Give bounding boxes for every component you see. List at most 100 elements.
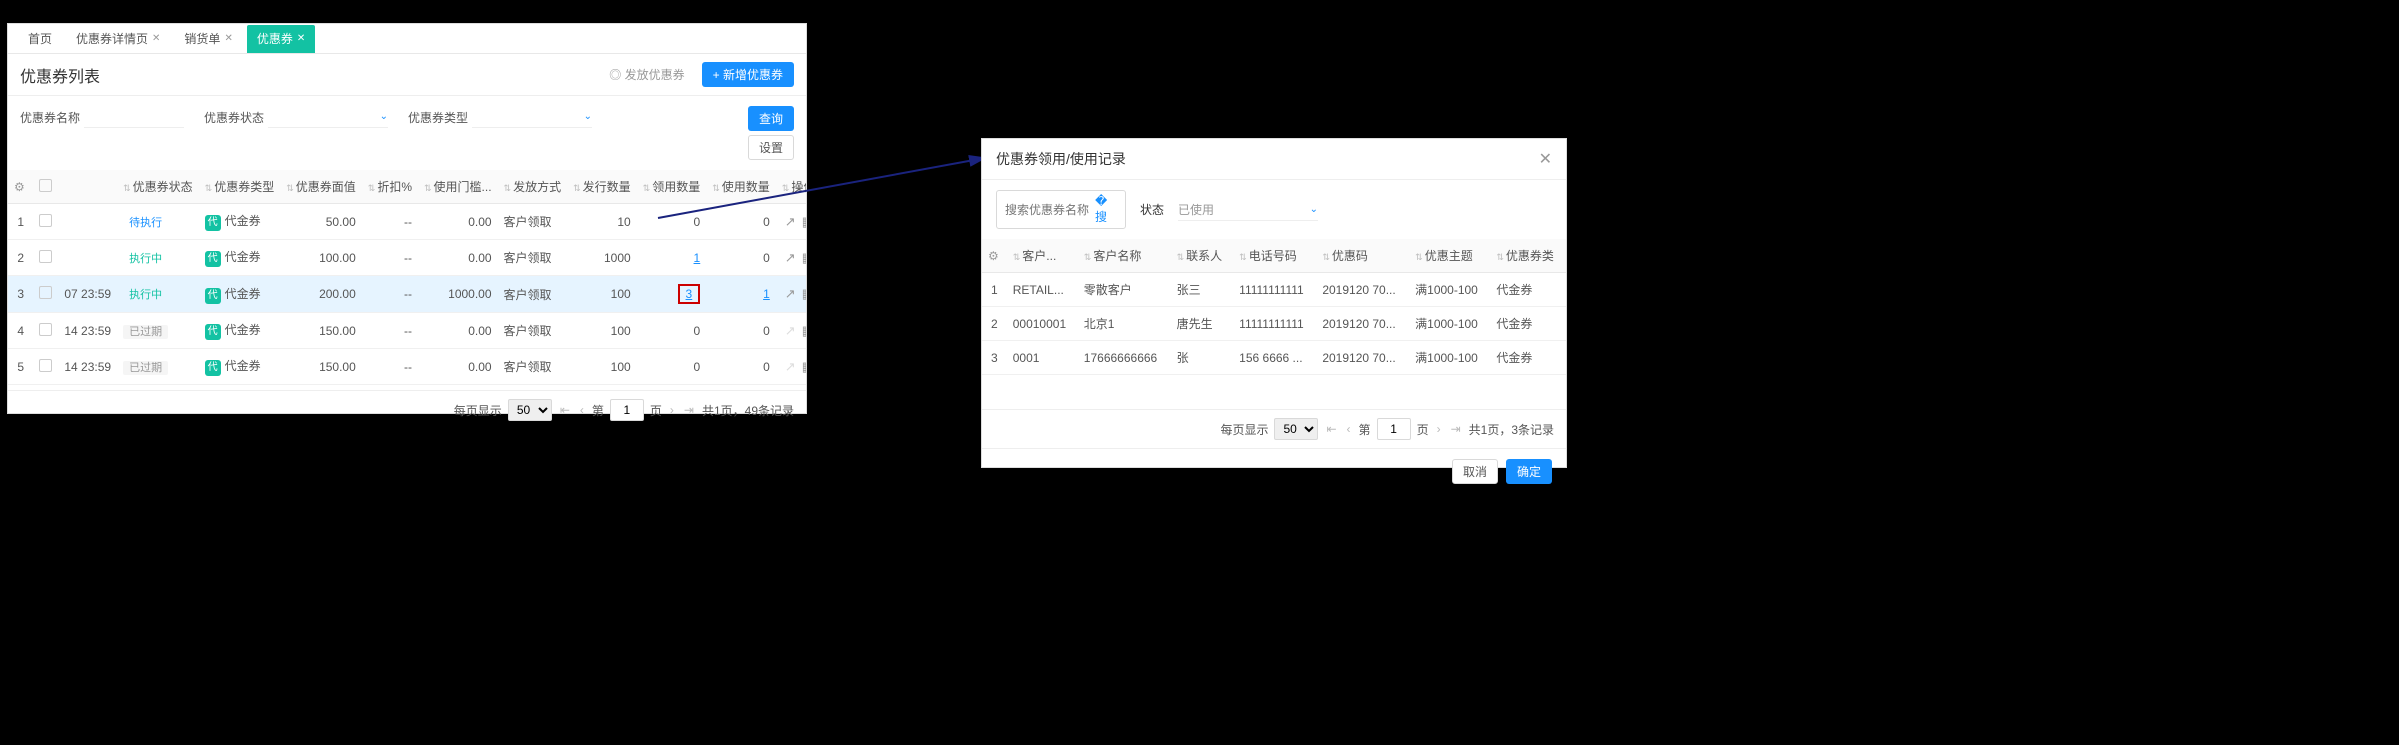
row-checkbox[interactable]	[39, 359, 52, 372]
qr-icon[interactable]: ▦	[802, 323, 806, 338]
query-button[interactable]: 查询	[748, 106, 794, 131]
column-header[interactable]: ⇅发行数量	[567, 170, 637, 204]
sort-icon[interactable]: ⇅	[368, 183, 376, 194]
sort-icon[interactable]: ⇅	[123, 183, 131, 194]
table-row[interactable]: 1待执行代代金券50.00--0.00客户领取1000↗▦	[8, 204, 806, 240]
column-header[interactable]: ⇅折扣%	[362, 170, 418, 204]
share-icon[interactable]: ↗	[785, 250, 796, 265]
share-icon[interactable]: ↗	[785, 323, 796, 338]
tab-首页[interactable]: 首页	[18, 25, 62, 53]
tab-销货单[interactable]: 销货单✕	[174, 25, 242, 53]
filter-type-select[interactable]: ⌄	[472, 106, 592, 128]
sort-icon[interactable]: ⇅	[205, 183, 213, 194]
claim-count-highlighted[interactable]: 3	[678, 284, 701, 304]
last-page-icon[interactable]: ⇥	[1449, 422, 1463, 436]
column-header[interactable]: ⇅优惠券面值	[280, 170, 362, 204]
sort-icon[interactable]: ⇅	[424, 183, 432, 194]
row-checkbox[interactable]	[39, 214, 52, 227]
close-icon[interactable]: ✕	[297, 33, 305, 44]
sort-icon[interactable]: ⇅	[1496, 252, 1504, 263]
column-header[interactable]: ⇅优惠券状态	[117, 170, 199, 204]
table-row[interactable]: 514 23:59已过期代代金券150.00--0.00客户领取10000↗▦	[8, 349, 806, 385]
filter-status-select[interactable]: ⌄	[268, 106, 388, 128]
select-all-checkbox[interactable]	[39, 179, 52, 192]
next-page-icon[interactable]: ›	[668, 403, 676, 417]
claim-count-link[interactable]: 1	[694, 251, 701, 265]
row-checkbox[interactable]	[39, 286, 52, 299]
table-row[interactable]: 3000117666666666张156 6666 ...2019120 70.…	[982, 341, 1566, 375]
gear-icon[interactable]: ⚙	[988, 249, 999, 263]
sort-icon[interactable]: ⇅	[1013, 252, 1021, 263]
share-icon[interactable]: ↗	[785, 286, 796, 301]
sort-icon[interactable]: ⇅	[573, 183, 581, 194]
first-page-icon[interactable]: ⇤	[1324, 422, 1338, 436]
gear-icon[interactable]: ⚙	[14, 180, 25, 194]
column-header[interactable]: ⇅领用数量	[637, 170, 707, 204]
row-checkbox[interactable]	[39, 323, 52, 336]
sort-icon[interactable]: ⇅	[1322, 252, 1330, 263]
next-page-icon[interactable]: ›	[1435, 422, 1443, 436]
sort-icon[interactable]: ⇅	[782, 183, 790, 194]
column-header[interactable]: ⇅优惠码	[1316, 239, 1409, 273]
column-header[interactable]: ⇅使用数量	[706, 170, 776, 204]
sort-icon[interactable]: ⇅	[504, 183, 512, 194]
column-header[interactable]: ⇅电话号码	[1233, 239, 1316, 273]
qr-icon[interactable]: ▦	[802, 286, 806, 301]
close-icon[interactable]: ✕	[1539, 149, 1552, 169]
column-header[interactable]: ⇅优惠主题	[1409, 239, 1490, 273]
cancel-button[interactable]: 取消	[1452, 459, 1498, 484]
tab-优惠券详情页[interactable]: 优惠券详情页✕	[66, 25, 170, 53]
column-header[interactable]: ⚙	[8, 170, 33, 204]
add-coupon-button[interactable]: + 新增优惠券	[702, 62, 794, 87]
per-page-select[interactable]: 50	[508, 399, 552, 421]
sort-icon[interactable]: ⇅	[1084, 252, 1092, 263]
sort-icon[interactable]: ⇅	[1415, 252, 1423, 263]
column-header[interactable]: ⇅发放方式	[498, 170, 568, 204]
column-header[interactable]: ⇅客户名称	[1078, 239, 1171, 273]
settings-button[interactable]: 设置	[748, 135, 794, 160]
first-page-icon[interactable]: ⇤	[558, 403, 572, 417]
row-checkbox[interactable]	[39, 250, 52, 263]
page-prefix: 第	[1359, 421, 1371, 438]
column-header[interactable]: ⇅联系人	[1171, 239, 1234, 273]
column-header[interactable]: ⚙	[982, 239, 1007, 273]
column-header[interactable]: ⇅优惠券类	[1490, 239, 1566, 273]
ok-button[interactable]: 确定	[1506, 459, 1552, 484]
distribute-coupon-button[interactable]: ◎ 发放优惠券	[598, 62, 695, 87]
table-row[interactable]: 414 23:59已过期代代金券150.00--0.00客户领取10000↗▦	[8, 313, 806, 349]
table-row[interactable]: 2执行中代代金券100.00--0.00客户领取100010↗▦	[8, 240, 806, 276]
table-row[interactable]: 307 23:59执行中代代金券200.00--1000.00客户领取10031…	[8, 276, 806, 313]
page-input[interactable]	[610, 399, 644, 421]
page-input[interactable]	[1377, 418, 1411, 440]
qr-icon[interactable]: ▦	[802, 250, 806, 265]
prev-page-icon[interactable]: ‹	[578, 403, 586, 417]
sort-icon[interactable]: ⇅	[1177, 252, 1185, 263]
table-row[interactable]: 200010001北京1唐先生111111111112019120 70...满…	[982, 307, 1566, 341]
column-header[interactable]: ⇅客户...	[1007, 239, 1078, 273]
share-icon[interactable]: ↗	[785, 359, 796, 374]
last-page-icon[interactable]: ⇥	[682, 403, 696, 417]
column-header[interactable]: ⇅优惠券类型	[199, 170, 281, 204]
column-header[interactable]	[58, 170, 117, 204]
close-icon[interactable]: ✕	[224, 33, 232, 44]
close-icon[interactable]: ✕	[152, 33, 160, 44]
tab-优惠券[interactable]: 优惠券✕	[247, 25, 315, 53]
dialog-status-select[interactable]: 已使用 ⌄	[1178, 199, 1318, 221]
prev-page-icon[interactable]: ‹	[1345, 422, 1353, 436]
table-row[interactable]: 1RETAIL...零散客户张三111111111112019120 70...…	[982, 273, 1566, 307]
filter-name-input[interactable]	[84, 106, 184, 128]
search-input[interactable]	[1005, 203, 1095, 217]
column-header[interactable]	[33, 170, 58, 204]
sort-icon[interactable]: ⇅	[1239, 252, 1247, 263]
search-box[interactable]: �搜	[996, 190, 1126, 229]
sort-icon[interactable]: ⇅	[712, 183, 720, 194]
qr-icon[interactable]: ▦	[802, 214, 806, 229]
use-count-link[interactable]: 1	[763, 287, 770, 301]
share-icon[interactable]: ↗	[785, 214, 796, 229]
sort-icon[interactable]: ⇅	[643, 183, 651, 194]
qr-icon[interactable]: ▦	[802, 359, 806, 374]
sort-icon[interactable]: ⇅	[286, 183, 294, 194]
column-header[interactable]: ⇅操作	[776, 170, 806, 204]
per-page-select[interactable]: 50	[1274, 418, 1318, 440]
column-header[interactable]: ⇅使用门槛...	[418, 170, 498, 204]
